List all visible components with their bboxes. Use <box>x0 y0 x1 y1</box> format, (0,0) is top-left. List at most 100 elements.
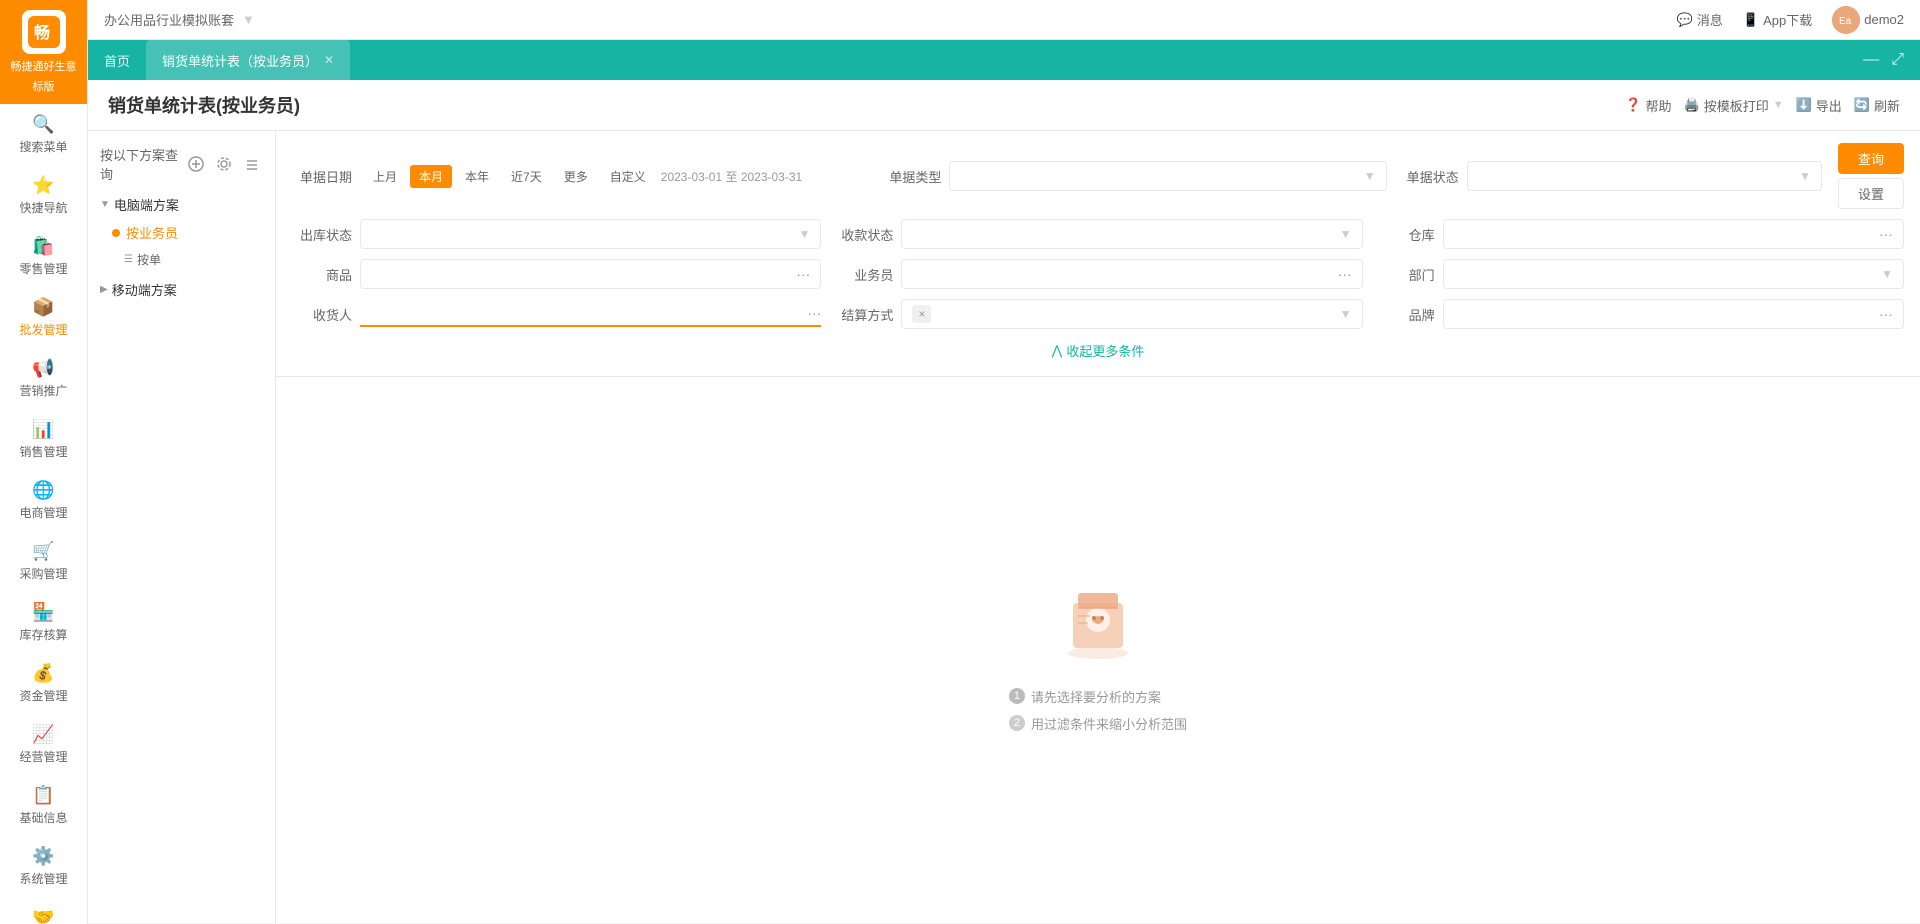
right-panel: 单据日期 上月 本月 本年 近7天 更多 自定义 2023-03-01 至 20… <box>276 131 1920 923</box>
date-btn-custom[interactable]: 自定义 <box>601 165 655 188</box>
dept-label: 部门 <box>1375 265 1435 284</box>
sidebar-item-operation[interactable]: 📈 经营管理 <box>0 714 87 775</box>
sidebar-item-sales[interactable]: 📊 销售管理 <box>0 409 87 470</box>
payment-select[interactable]: × ▼ <box>901 299 1362 329</box>
account-dropdown[interactable]: 办公用品行业模拟账套 ▼ <box>104 10 255 29</box>
purchase-icon: 🛒 <box>32 541 54 562</box>
page-header: 销货单统计表(按业务员) ❓ 帮助 🖨️ 按模板打印 ▼ ⬇️ 导出 🔄 刷 <box>88 80 1920 131</box>
goods-dots-icon[interactable]: ··· <box>796 266 810 282</box>
tab-bar-right: — ⤢ <box>1863 51 1920 69</box>
sidebar-item-ecom[interactable]: 🌐 电商管理 <box>0 470 87 531</box>
logo-subtext: 标版 <box>33 78 55 94</box>
scheme-label-salesperson: 按业务员 <box>126 223 178 242</box>
main-area: 办公用品行业模拟账套 ▼ 💬 消息 📱 App下载 Ea demo2 首页 销货… <box>88 0 1920 924</box>
payment-tag-close[interactable]: × <box>918 307 925 321</box>
query-btn[interactable]: 查询 <box>1838 143 1904 174</box>
empty-illustration <box>1048 568 1148 671</box>
sidebar-label-system: 系统管理 <box>19 870 67 887</box>
scheme-collapse-btn[interactable] <box>241 153 263 175</box>
warehouse-dots-icon[interactable]: ··· <box>1879 226 1893 242</box>
date-btn-last-month[interactable]: 上月 <box>364 165 406 188</box>
sidebar-item-quick[interactable]: ⭐ 快捷导航 <box>0 165 87 226</box>
warehouse-label: 仓库 <box>1375 225 1435 244</box>
salesperson-select[interactable]: ··· <box>901 259 1362 289</box>
consignee-dots-icon[interactable]: ··· <box>807 305 821 321</box>
help-btn[interactable]: ❓ 帮助 <box>1625 96 1671 115</box>
brand-select[interactable]: ··· <box>1443 299 1904 329</box>
consignee-input[interactable] <box>360 302 805 325</box>
sidebar-item-system[interactable]: ⚙️ 系统管理 <box>0 836 87 897</box>
system-icon: ⚙️ <box>32 846 54 867</box>
tab-maximize-btn[interactable]: ⤢ <box>1891 51 1904 69</box>
scheme-label-order: 按单 <box>137 251 161 268</box>
dept-select[interactable]: ▼ <box>1443 259 1904 289</box>
collect-status-select[interactable]: ▼ <box>901 219 1362 249</box>
scheme-mobile-toggle[interactable]: ▶ 移动端方案 <box>88 276 275 303</box>
sidebar-item-enterprise[interactable]: 🤝 企业协同 <box>0 897 87 924</box>
brand-dots-icon[interactable]: ··· <box>1879 306 1893 322</box>
payment-arrow-icon: ▼ <box>1340 307 1352 321</box>
tab-close-btn[interactable]: ✕ <box>324 53 334 67</box>
page-actions: ❓ 帮助 🖨️ 按模板打印 ▼ ⬇️ 导出 🔄 刷新 <box>1625 96 1900 115</box>
collapse-label: 收起更多条件 <box>1066 341 1144 360</box>
sidebar-item-stock[interactable]: 🏪 库存核算 <box>0 592 87 653</box>
app-download-icon: 📱 <box>1743 12 1759 28</box>
doc-type-select[interactable]: ▼ <box>949 161 1386 191</box>
scheme-desktop-toggle[interactable]: ▼ 电脑端方案 <box>88 191 275 218</box>
salesperson-filter: 业务员 ··· <box>833 259 1362 289</box>
collapse-arrow-icon: ⋀ <box>1052 343 1063 359</box>
scheme-sub-item-order[interactable]: ☰ 按单 <box>88 247 275 272</box>
tip-num-2: 2 <box>1009 715 1025 731</box>
user-profile[interactable]: Ea demo2 <box>1832 6 1904 34</box>
collapse-btn[interactable]: ⋀ 收起更多条件 <box>1052 337 1145 364</box>
tip-num-1: 1 <box>1009 688 1025 704</box>
warehouse-select[interactable]: ··· <box>1443 219 1904 249</box>
doc-status-select[interactable]: ▼ <box>1467 161 1822 191</box>
retail-icon: 🛍️ <box>32 236 54 257</box>
salesperson-dots-icon[interactable]: ··· <box>1338 266 1352 282</box>
sidebar-item-basic[interactable]: 📋 基础信息 <box>0 775 87 836</box>
date-btn-this-month[interactable]: 本月 <box>410 165 452 188</box>
date-btn-7days[interactable]: 近7天 <box>502 165 551 188</box>
scheme-dot-salesperson <box>112 229 120 237</box>
svg-text:畅: 畅 <box>34 23 50 42</box>
sidebar-label-purchase: 采购管理 <box>19 565 67 582</box>
tab-minimize-btn[interactable]: — <box>1863 51 1879 69</box>
template-print-btn[interactable]: 🖨️ 按模板打印 ▼ <box>1684 96 1784 115</box>
scheme-panel-icons <box>185 153 263 175</box>
scheme-add-btn[interactable] <box>185 153 207 175</box>
consignee-filter: 收货人 ··· <box>292 302 821 327</box>
sidebar-item-search[interactable]: 🔍 搜索菜单 <box>0 104 87 165</box>
out-status-select[interactable]: ▼ <box>360 219 821 249</box>
sidebar-label-ecom: 电商管理 <box>19 504 67 521</box>
payment-label: 结算方式 <box>833 305 893 324</box>
empty-tip-2: 2 用过滤条件来缩小分析范围 <box>1009 714 1187 733</box>
app-download-btn[interactable]: 📱 App下载 <box>1743 10 1812 29</box>
sidebar: 畅 畅捷通好生意 标版 🔍 搜索菜单 ⭐ 快捷导航 🛍️ 零售管理 📦 批发管理… <box>0 0 88 924</box>
tab-home[interactable]: 首页 <box>88 51 146 70</box>
collapse-row: ⋀ 收起更多条件 <box>292 337 1904 364</box>
tab-sales-stat[interactable]: 销货单统计表（按业务员） ✕ <box>146 40 350 80</box>
goods-select[interactable]: ··· <box>360 259 821 289</box>
empty-state: 1 请先选择要分析的方案 2 用过滤条件来缩小分析范围 <box>276 377 1920 923</box>
sidebar-item-wholesale[interactable]: 📦 批发管理 <box>0 287 87 348</box>
sidebar-item-finance[interactable]: 💰 资金管理 <box>0 653 87 714</box>
date-btn-more[interactable]: 更多 <box>555 165 597 188</box>
scheme-item-salesperson[interactable]: 按业务员 <box>88 218 275 247</box>
finance-icon: 💰 <box>32 663 54 684</box>
sidebar-item-retail[interactable]: 🛍️ 零售管理 <box>0 226 87 287</box>
scheme-panel-header: 按以下方案查询 <box>88 141 275 187</box>
export-btn[interactable]: ⬇️ 导出 <box>1796 96 1842 115</box>
settings-btn[interactable]: 设置 <box>1838 178 1904 209</box>
header-right: 💬 消息 📱 App下载 Ea demo2 <box>1677 6 1904 34</box>
app-logo[interactable]: 畅 畅捷通好生意 标版 <box>0 0 87 104</box>
help-icon: ❓ <box>1625 97 1641 113</box>
sidebar-item-marketing[interactable]: 📢 营销推广 <box>0 348 87 409</box>
date-btn-this-year[interactable]: 本年 <box>456 165 498 188</box>
scheme-settings-btn[interactable] <box>213 153 235 175</box>
payment-filter: 结算方式 × ▼ <box>833 299 1362 329</box>
refresh-btn[interactable]: 🔄 刷新 <box>1854 96 1900 115</box>
message-btn[interactable]: 💬 消息 <box>1677 10 1723 29</box>
refresh-icon: 🔄 <box>1854 97 1870 113</box>
sidebar-item-purchase[interactable]: 🛒 采购管理 <box>0 531 87 592</box>
